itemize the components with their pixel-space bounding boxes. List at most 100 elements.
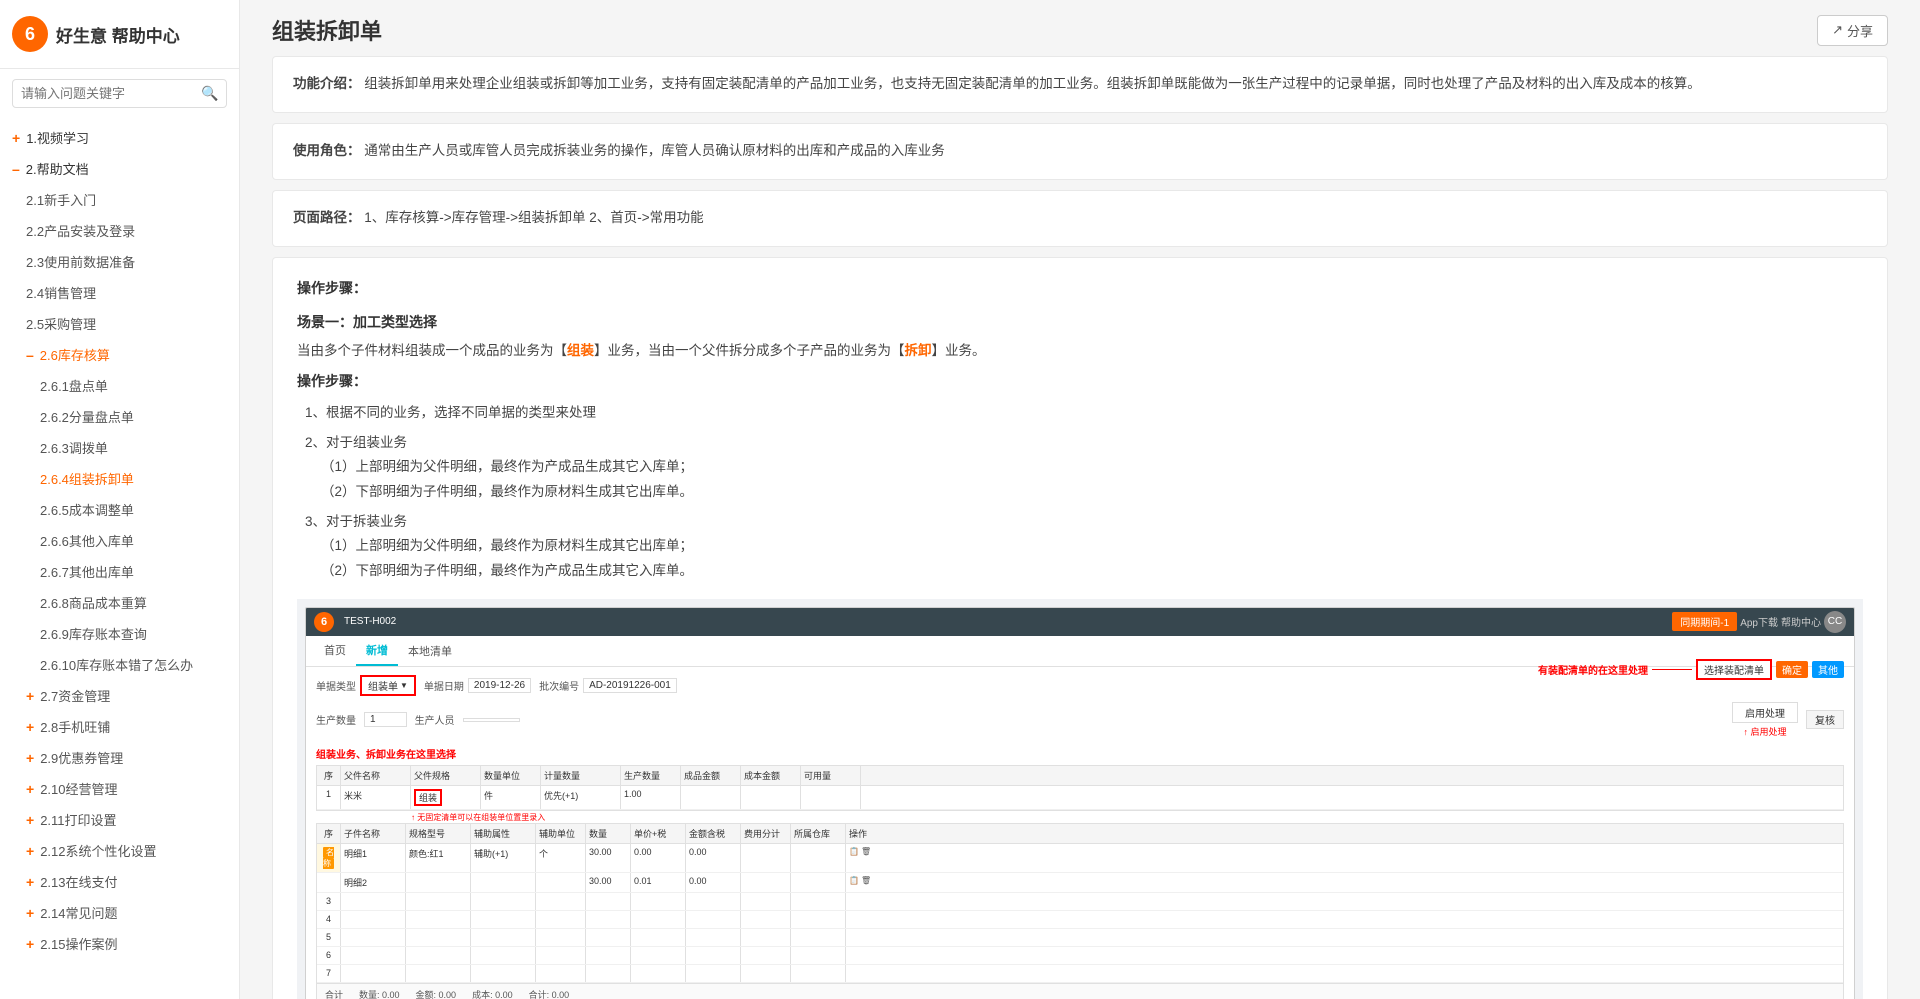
sidebar-item-costadj[interactable]: 2.6.5成本调整单 [0,494,239,525]
sidebar-item-mobile[interactable]: + 2.8手机旺铺 [0,711,239,742]
sidebar-item-install[interactable]: 2.2产品安装及登录 [0,215,239,246]
sidebar-item-inventory[interactable]: – 2.6库存核算 [0,339,239,370]
scr-nav-list[interactable]: 本地清单 [398,637,462,665]
sidebar-item-prepare[interactable]: 2.3使用前数据准备 [0,246,239,277]
sidebar-item-system[interactable]: + 2.12系统个性化设置 [0,835,239,866]
scr-other-btn[interactable]: 其他 [1812,661,1844,678]
annotation4-label: ↑ 启用处理 [1743,725,1786,738]
scr-confirm-btn[interactable]: 确定 [1776,661,1808,678]
scr-enable-input[interactable]: 启用处理 [1732,702,1798,723]
scr-batchno-field: 批次编号 AD-20191226-001 [539,678,677,693]
annotation1-line [1652,669,1692,670]
scr-test-id: TEST-H002 [344,616,396,627]
scr-top-bar: 6 TEST-H002 同期期间-1 App下载 帮助中心 CC [306,608,1854,636]
sidebar-item-newbie[interactable]: 2.1新手入门 [0,184,239,215]
share-button[interactable]: ↗ 分享 [1817,15,1888,46]
nav-tree: + 1.视频学习 – 2.帮助文档 2.1新手入门 2.2产品安装及登录 2.3… [0,118,239,999]
annotation4-area: 启用处理 ↑ 启用处理 [1732,702,1798,738]
share-icon: ↗ [1832,22,1843,38]
scenario1-title: 场景一：加工类型选择 [297,312,1863,332]
sidebar-item-print[interactable]: + 2.11打印设置 [0,804,239,835]
scr-table1-row1: 1 米米 组装 ↑ 无固定清单可以在组装单位置里录入 件 优先(+1) 1.00 [317,786,1843,810]
search-input[interactable] [21,86,197,101]
func-intro-card: 功能介绍： 组装拆卸单用来处理企业组装或拆卸等加工业务，支持有固定装配清单的产品… [272,56,1888,113]
sidebar-item-adjust[interactable]: 2.6.3调拨单 [0,432,239,463]
sidebar-item-docs[interactable]: – 2.帮助文档 [0,153,239,184]
search-box[interactable]: 🔍 [12,79,227,108]
scr-person-input[interactable] [463,718,520,722]
sidebar-item-operation[interactable]: + 2.10经营管理 [0,773,239,804]
annotation1-text: 有装配清单的在这里处理 [1538,662,1648,677]
role-label: 使用角色： [293,143,361,158]
logo-icon: 6 [12,16,48,52]
scr-app-link: App下载 [1740,614,1778,629]
scr-type-input[interactable]: 组装单 ▼ [360,675,416,696]
scr-form-row2: 生产数量 1 生产人员 启用处理 ↑ 启用处理 [316,702,1844,738]
step1: 1、根据不同的业务，选择不同单据的类型来处理 2、对于组装业务 （1）上部明细为… [305,401,1863,583]
plus-icon: + [12,130,20,146]
logo-text: 好生意 帮助中心 [56,22,180,47]
annotation3-text: 组装业务、拆卸业务在这里选择 [316,746,1844,761]
sidebar-item-faq[interactable]: + 2.14常见问题 [0,897,239,928]
plus-icon-voucher: + [26,750,34,766]
scr-date-input[interactable]: 2019-12-26 [468,678,531,693]
scr-table1-header: 序 父件名称 父件规格 数量单位 计量数量 生产数量 成品金额 成本金额 可用量 [317,766,1843,786]
minus-icon: – [12,161,20,177]
scenario1-desc: 当由多个子件材料组装成一个成品的业务为【组装】业务，当由一个父件拆分成多个子产品… [297,340,1863,363]
sidebar-item-voucher[interactable]: + 2.9优惠券管理 [0,742,239,773]
scr-spec-red-box: 组装 [414,789,442,806]
sidebar-item-stockcheck[interactable]: 2.6.9库存账本查询 [0,618,239,649]
scr-avatar: CC [1824,611,1846,633]
plus-icon-cases: + [26,936,34,952]
scr-nav-new[interactable]: 新增 [356,636,398,666]
sidebar-item-stockerr[interactable]: 2.6.10库存账本错了怎么办 [0,649,239,680]
sidebar-item-otheroutstock[interactable]: 2.6.7其他出库单 [0,556,239,587]
sidebar-item-splitstock[interactable]: 2.6.2分量盘点单 [0,401,239,432]
role-card: 使用角色： 通常由生产人员或库管人员完成拆装业务的操作，库管人员确认原材料的出库… [272,123,1888,180]
sidebar-item-purchase[interactable]: 2.5采购管理 [0,308,239,339]
sidebar-item-finance[interactable]: + 2.7资金管理 [0,680,239,711]
scr-logo: 6 [314,612,334,632]
screenshot-container: 6 TEST-H002 同期期间-1 App下载 帮助中心 CC 首页 [297,599,1863,999]
plus-icon-mobile: + [26,719,34,735]
scr-table2-row6: 6 [317,947,1843,965]
plus-icon-sys: + [26,843,34,859]
scr-table2-row4: 4 [317,911,1843,929]
search-icon: 🔍 [201,85,218,102]
scr-qty-input[interactable]: 1 [364,712,407,727]
plus-icon-faq: + [26,905,34,921]
sidebar-item-video[interactable]: + 1.视频学习 [0,122,239,153]
role-text: 通常由生产人员或库管人员完成拆装业务的操作，库管人员确认原材料的出库和产成品的入… [364,143,945,158]
ops-steps-title: 操作步骤： [297,371,1863,391]
scr-lower-table: 序 子件名称 规格型号 辅助属性 辅助单位 数量 单价+税 金额含税 费用分计 … [316,823,1844,999]
scr-table2-row2: 明细2 30.00 0.01 0.00 📋 [317,873,1843,893]
scr-nav-home[interactable]: 首页 [314,636,356,666]
minus-icon-inventory: – [26,347,34,363]
scr-period-btn[interactable]: 同期期间-1 [1672,612,1737,631]
sidebar: 6 好生意 帮助中心 🔍 + 1.视频学习 – 2.帮助文档 2.1新手入门 2… [0,0,240,999]
sidebar-item-cases[interactable]: + 2.15操作案例 [0,928,239,959]
scr-help-link: 帮助中心 [1781,614,1821,629]
scr-table2-row7: 7 [317,965,1843,983]
func-intro-text: 组装拆卸单用来处理企业组装或拆卸等加工业务，支持有固定装配清单的产品加工业务，也… [364,76,1701,91]
sidebar-item-sales[interactable]: 2.4销售管理 [0,277,239,308]
scr-table2-row3: 3 [317,893,1843,911]
sidebar-item-onlinepay[interactable]: + 2.13在线支付 [0,866,239,897]
annotation1-area: 有装配清单的在这里处理 选择装配清单 确定 其他 [1538,659,1844,680]
page-title: 组装拆卸单 [272,14,382,46]
annotation3-wrapper: 组装业务、拆卸业务在这里选择 [316,746,1844,761]
sidebar-item-stocktake[interactable]: 2.6.1盘点单 [0,370,239,401]
sidebar-item-goodscost[interactable]: 2.6.8商品成本重算 [0,587,239,618]
sidebar-item-otherinstock[interactable]: 2.6.6其他入库单 [0,525,239,556]
scr-bom-btn[interactable]: 选择装配清单 [1696,659,1772,680]
scr-form-row1: 单据类型 组装单 ▼ 单据日期 2019-12-26 [316,675,1844,696]
scr-review-btn[interactable]: 复核 [1806,710,1844,729]
scr-batchno-input[interactable]: AD-20191226-001 [583,678,677,693]
main-content-block: 操作步骤： 场景一：加工类型选择 当由多个子件材料组装成一个成品的业务为【组装】… [272,257,1888,999]
plus-icon-pay: + [26,874,34,890]
main-area: 组装拆卸单 ↗ 分享 功能介绍： 组装拆卸单用来处理企业组装或拆卸等加工业务，支… [240,0,1920,999]
sidebar-item-assembly[interactable]: 2.6.4组装拆卸单 [0,463,239,494]
scr-form-area: 单据类型 组装单 ▼ 单据日期 2019-12-26 [306,667,1854,999]
func-intro-label: 功能介绍： [293,76,361,91]
scr-date-field: 单据日期 2019-12-26 [424,678,531,693]
